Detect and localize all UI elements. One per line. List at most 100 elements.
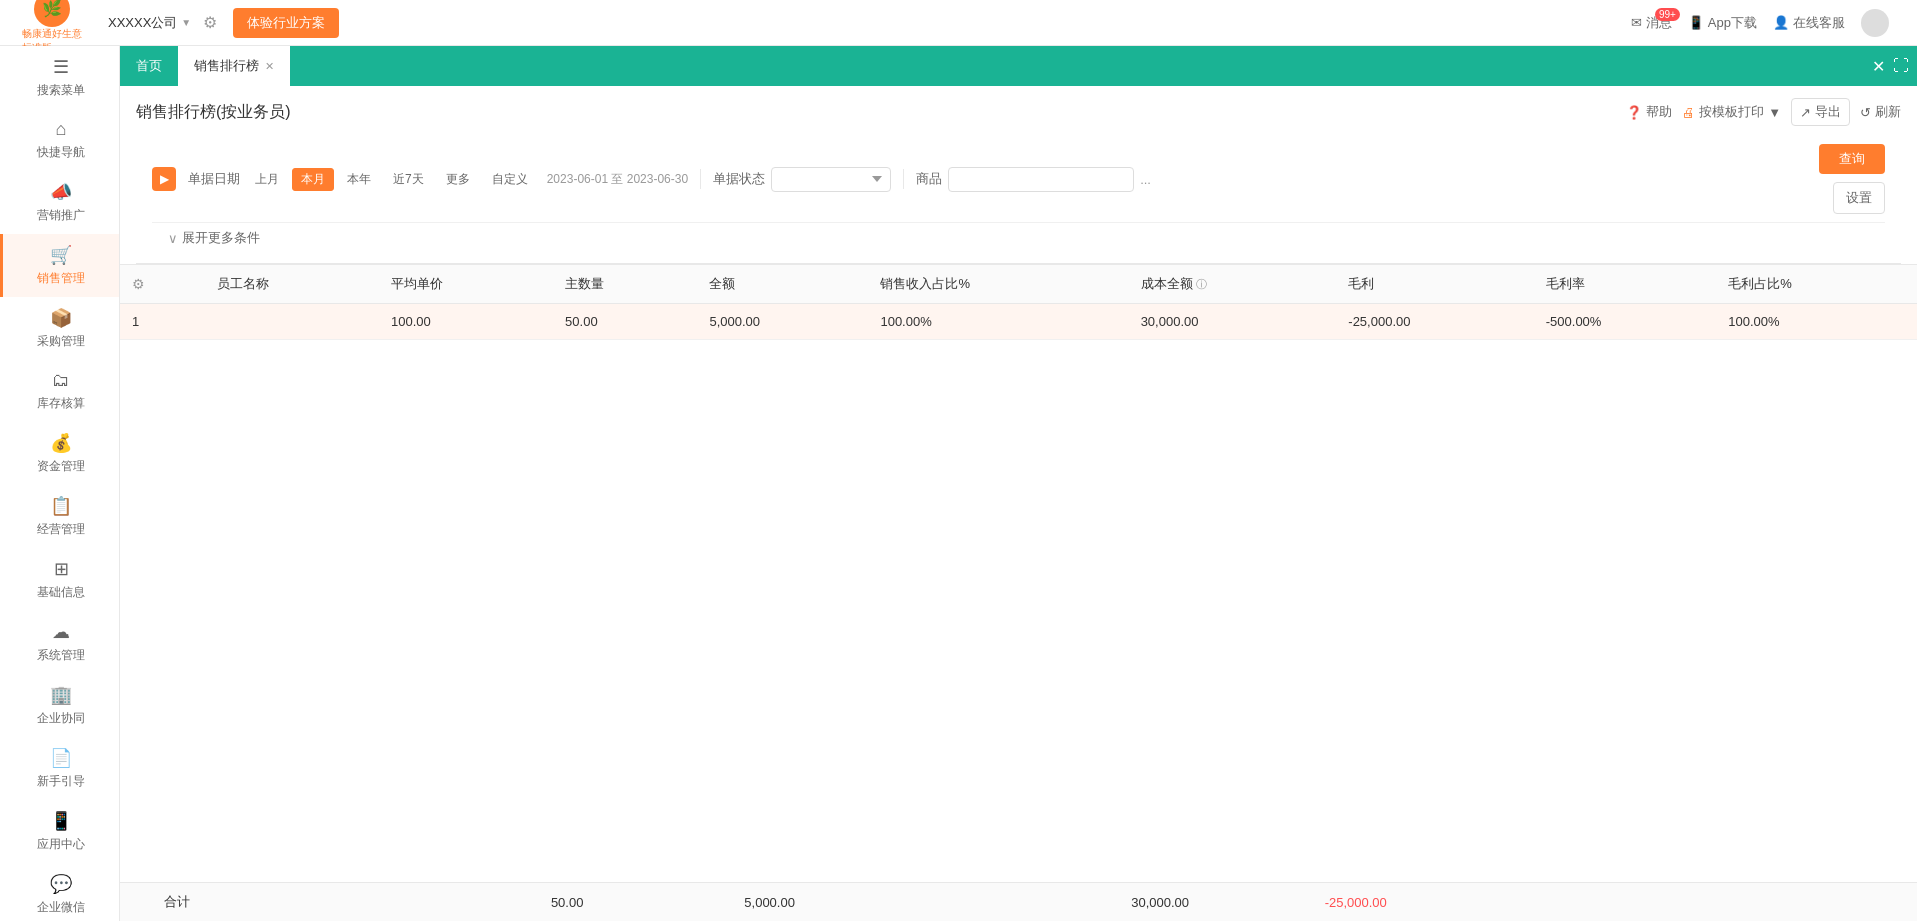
table-footer: 合计 50.00 5,000.00 30,000.00 -25,000.00 xyxy=(120,882,1917,921)
cell-rank: 1 xyxy=(120,304,205,340)
more-fields-link[interactable]: ... xyxy=(1140,172,1151,187)
sidebar-item-sales[interactable]: 🛒 销售管理 xyxy=(0,234,119,297)
refresh-label: 刷新 xyxy=(1875,103,1901,121)
gear-icon[interactable]: ⚙ xyxy=(203,13,217,32)
help-icon: ❓ xyxy=(1626,105,1642,120)
footer-empty1 xyxy=(132,893,164,911)
sidebar-item-label: 采购管理 xyxy=(37,333,85,350)
avatar[interactable] xyxy=(1861,9,1889,37)
operation-icon: 📋 xyxy=(50,495,72,517)
close-window-icon[interactable]: ✕ xyxy=(1872,57,1885,76)
sidebar-item-finance[interactable]: 💰 资金管理 xyxy=(0,422,119,485)
close-icon[interactable]: ✕ xyxy=(265,60,274,73)
status-label: 单据状态 xyxy=(713,170,765,188)
status-select[interactable] xyxy=(771,167,891,192)
footer-empty2 xyxy=(357,893,550,911)
expand-label: 展开更多条件 xyxy=(182,229,260,247)
sidebar-item-guide[interactable]: 📄 新手引导 xyxy=(0,737,119,800)
tab-sales-rank-label: 销售排行榜 xyxy=(194,57,259,75)
this-year-btn[interactable]: 本年 xyxy=(338,168,380,191)
marketing-icon: 📣 xyxy=(50,181,72,203)
chevron-down-icon: ▼ xyxy=(181,17,191,28)
footer-empty5 xyxy=(1712,893,1906,911)
this-month-btn[interactable]: 本月 xyxy=(292,168,334,191)
sidebar-item-label: 资金管理 xyxy=(37,458,85,475)
sidebar-item-label: 快捷导航 xyxy=(37,144,85,161)
trial-button[interactable]: 体验行业方案 xyxy=(233,8,339,38)
custom-date-btn[interactable]: 自定义 xyxy=(483,168,537,191)
sidebar-item-quick[interactable]: ⌂ 快捷导航 xyxy=(0,109,119,171)
prev-month-btn[interactable]: 上月 xyxy=(246,168,288,191)
sidebar-item-label: 新手引导 xyxy=(37,773,85,790)
sidebar-item-basic[interactable]: ⊞ 基础信息 xyxy=(0,548,119,611)
sidebar-item-inventory[interactable]: 🗂 库存核算 xyxy=(0,360,119,422)
goods-input[interactable] xyxy=(948,167,1134,192)
divider xyxy=(700,169,701,189)
print-button[interactable]: 🖨 按模板打印 ▼ xyxy=(1682,103,1781,121)
footer-label: 合计 xyxy=(164,893,357,911)
th-amount: 全额 xyxy=(697,265,868,304)
sidebar-item-operation[interactable]: 📋 经营管理 xyxy=(0,485,119,548)
column-settings-icon: ⚙ xyxy=(132,276,145,292)
print-label: 按模板打印 xyxy=(1699,103,1764,121)
cell-sales-pct: 100.00% xyxy=(868,304,1128,340)
footer-gross: -25,000.00 xyxy=(1325,893,1518,911)
message-icon: ✉ xyxy=(1631,15,1642,30)
date-label: 单据日期 xyxy=(188,170,240,188)
sidebar-item-label: 销售管理 xyxy=(37,270,85,287)
message-button[interactable]: ✉ 消息 99+ xyxy=(1631,14,1672,32)
company-selector[interactable]: XXXXX公司 ▼ xyxy=(108,14,191,32)
help-button[interactable]: ❓ 帮助 xyxy=(1626,103,1672,121)
th-gear[interactable]: ⚙ xyxy=(120,265,205,304)
last7-btn[interactable]: 近7天 xyxy=(384,168,433,191)
cell-gross: -25,000.00 xyxy=(1336,304,1533,340)
export-icon: ↗ xyxy=(1800,105,1811,120)
online-service-button[interactable]: 👤 在线客服 xyxy=(1773,14,1845,32)
tab-home[interactable]: 首页 xyxy=(120,46,178,86)
page-title: 销售排行榜(按业务员) xyxy=(136,102,291,123)
sidebar-item-appcenter[interactable]: 📱 应用中心 xyxy=(0,800,119,863)
date-filter: 单据日期 上月 本月 本年 近7天 更多 自定义 2023-06-01 至 20… xyxy=(188,168,688,191)
cell-name xyxy=(205,304,379,340)
tab-sales-rank[interactable]: 销售排行榜 ✕ xyxy=(178,46,290,86)
maximize-icon[interactable]: ⛶ xyxy=(1893,57,1909,75)
sidebar-item-label: 企业微信 xyxy=(37,899,85,916)
query-button[interactable]: 查询 xyxy=(1819,144,1885,174)
th-gross-pct: 毛利占比% xyxy=(1716,265,1917,304)
sidebar-item-label: 营销推广 xyxy=(37,207,85,224)
finance-icon: 💰 xyxy=(50,432,72,454)
footer-cost: 30,000.00 xyxy=(1131,893,1324,911)
app-download-button[interactable]: 📱 App下载 xyxy=(1688,14,1757,32)
cell-amount: 5,000.00 xyxy=(697,304,868,340)
purchase-icon: 📦 xyxy=(50,307,72,329)
more-date-btn[interactable]: 更多 xyxy=(437,168,479,191)
settings-button[interactable]: 设置 xyxy=(1833,182,1885,214)
search-menu-icon: ☰ xyxy=(53,56,69,78)
sidebar-item-purchase[interactable]: 📦 采购管理 xyxy=(0,297,119,360)
download-icon: 📱 xyxy=(1688,15,1704,30)
topbar: 🌿 畅康通好生意 标准版 XXXXX公司 ▼ ⚙ 体验行业方案 ✉ 消息 99+… xyxy=(0,0,1917,46)
company-name: XXXXX公司 xyxy=(108,14,177,32)
sidebar-item-system[interactable]: ☁ 系统管理 xyxy=(0,611,119,674)
th-cost: 成本全额 ⓘ xyxy=(1129,265,1337,304)
export-button[interactable]: ↗ 导出 xyxy=(1791,98,1850,126)
sidebar-item-enterprise[interactable]: 🏢 企业协同 xyxy=(0,674,119,737)
refresh-icon: ↺ xyxy=(1860,105,1871,120)
sidebar-item-label: 搜索菜单 xyxy=(37,82,85,99)
inventory-icon: 🗂 xyxy=(52,370,70,391)
refresh-button[interactable]: ↺ 刷新 xyxy=(1860,103,1901,121)
date-buttons: 上月 本月 本年 近7天 更多 自定义 xyxy=(246,168,537,191)
message-badge: 99+ xyxy=(1655,8,1680,21)
filter-toggle[interactable]: ▶ xyxy=(152,167,176,191)
th-name: 员工名称 xyxy=(205,265,379,304)
sidebar-item-marketing[interactable]: 📣 营销推广 xyxy=(0,171,119,234)
cell-gross-rate: -500.00% xyxy=(1534,304,1717,340)
table-row[interactable]: 1100.0050.005,000.00100.00%30,000.00-25,… xyxy=(120,304,1917,340)
basic-icon: ⊞ xyxy=(54,558,69,580)
logo-icon: 🌿 xyxy=(34,0,70,27)
footer-qty: 50.00 xyxy=(551,893,744,911)
sidebar-item-search[interactable]: ☰ 搜索菜单 xyxy=(0,46,119,109)
sidebar-item-wechat[interactable]: 💬 企业微信 xyxy=(0,863,119,921)
expand-filter-button[interactable]: ∨ 展开更多条件 xyxy=(152,222,1885,253)
filter-bar: ▶ 单据日期 上月 本月 本年 近7天 更多 自定义 2023-06-01 至 … xyxy=(136,134,1901,264)
